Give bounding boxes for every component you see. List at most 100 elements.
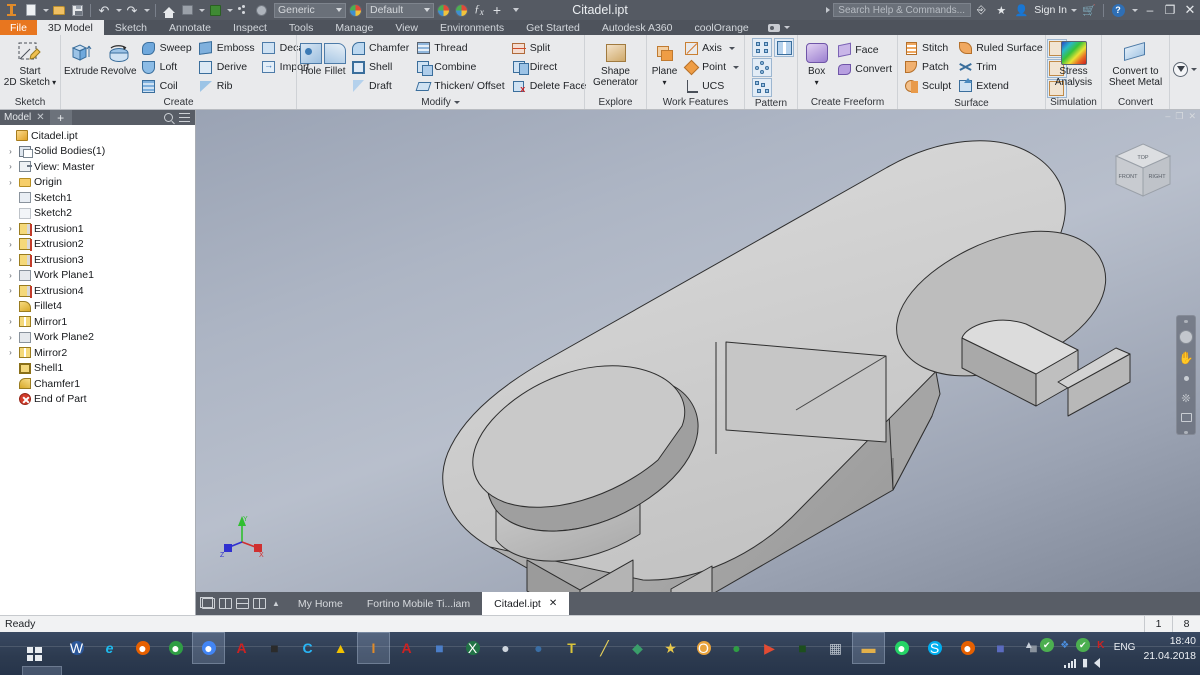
trim-button[interactable]: Trim [955,58,1045,76]
restore-window-button[interactable]: ❐ [1160,0,1180,20]
tab-file[interactable]: File [0,20,37,35]
tree-item-extrusion2[interactable]: › Extrusion2 [3,237,195,253]
tree-item-extrusion1[interactable]: › Extrusion1 [3,221,195,237]
firefox-icon[interactable]: ● [126,632,159,664]
sign-in-button[interactable]: Sign In [1034,4,1067,16]
ruled-surface-button[interactable]: Ruled Surface [955,39,1045,57]
tile-windows-icon[interactable] [200,596,215,609]
search-expander-icon[interactable] [826,7,831,13]
combine-button[interactable]: Combine [413,58,506,76]
hamburger-icon[interactable] [179,113,190,122]
chrome-icon[interactable]: ● [192,632,225,664]
minimize-window-button[interactable]: – [1140,0,1160,20]
clock[interactable]: 18:40 21.04.2018 [1143,634,1196,664]
firefox2-icon[interactable]: ● [951,632,984,664]
favorites-star-icon[interactable]: ★ [991,0,1011,20]
acrobat-reader-icon[interactable]: A [225,632,258,664]
search-icon[interactable] [164,113,173,122]
paint-icon[interactable]: ● [489,632,522,664]
vault-icon[interactable]: ■ [423,632,456,664]
orbit-icon[interactable]: ❊ [1179,392,1193,405]
sign-in-dropdown[interactable] [1067,0,1079,20]
excel-icon[interactable]: X [456,632,489,664]
collapse-icon[interactable]: ▲ [272,599,280,608]
circular-pattern-icon[interactable] [752,58,772,77]
freeform-face-button[interactable]: Face [834,41,894,59]
chevron-down-icon[interactable] [453,101,460,104]
plane-button[interactable]: Plane ▾ [650,38,679,88]
vertical-layout-icon[interactable] [253,597,266,610]
appearance-chevron-down-icon[interactable] [1191,67,1197,71]
help-dropdown[interactable] [1128,0,1140,20]
internet-explorer-icon[interactable]: e [93,632,126,664]
tab-coolorange[interactable]: coolOrange [683,20,759,35]
language-indicator[interactable]: ENG [1114,642,1136,653]
return-dropdown[interactable] [196,1,206,19]
stitch-button[interactable]: Stitch [901,39,953,57]
freeform-box-button[interactable]: Box ▾ [801,38,832,88]
tab-manage[interactable]: Manage [324,20,384,35]
material-browser-sphere-icon[interactable] [346,1,364,19]
tab-tools[interactable]: Tools [278,20,325,35]
tree-expander[interactable]: › [6,271,15,280]
save-button[interactable] [68,1,86,19]
inventor-icon[interactable]: I [357,632,390,664]
volume-icon[interactable] [1094,657,1100,668]
emboss-button[interactable]: Emboss [196,39,257,57]
account-icon[interactable]: 👤 [1011,0,1031,20]
security-icon[interactable]: ✔ [1075,638,1090,652]
scanner-icon[interactable]: ■ [258,632,291,664]
tree-item-sketch2[interactable]: Sketch2 [3,206,195,222]
screencast-button[interactable] [760,20,798,35]
convert-sheet-metal-button[interactable]: Convert to Sheet Metal [1105,38,1166,88]
sweep-button[interactable]: Sweep [139,39,194,57]
search-input[interactable]: Search Help & Commands... [833,3,972,17]
tab-environments[interactable]: Environments [429,20,515,35]
tree-item-sketch1[interactable]: Sketch1 [3,190,195,206]
chevron-up-icon[interactable]: ▲ [1022,638,1036,652]
viewport-restore-button[interactable]: ❐ [1175,111,1183,122]
dwg-viewer-icon[interactable]: ▲ [324,632,357,664]
new-file-dropdown[interactable] [40,1,50,19]
rib-button[interactable]: Rib [196,77,257,95]
photos-icon[interactable]: ▶ [753,632,786,664]
draft-button[interactable]: Draft [348,77,411,95]
chevron-down-icon[interactable] [506,1,524,19]
doc-tab-my-home[interactable]: My Home [286,592,355,615]
material-combo[interactable]: Generic [274,2,346,18]
tree-expander[interactable]: › [6,240,15,249]
tree-expander[interactable]: › [6,317,15,326]
fillet-button[interactable]: Fillet [324,38,346,77]
browser-tab-model[interactable]: Model [4,112,31,123]
update-green-icon[interactable] [206,1,224,19]
tree-item-shell1[interactable]: Shell1 [3,361,195,377]
tree-expander[interactable]: › [6,286,15,295]
select-dots-icon[interactable] [234,1,252,19]
kaspersky-icon[interactable]: K [1094,638,1108,652]
tree-expander[interactable]: › [6,147,15,156]
axis-dropdown-icon[interactable] [728,46,735,50]
tree-item-mirror1[interactable]: › Mirror1 [3,314,195,330]
cortana-icon[interactable]: C [291,632,324,664]
appearance-dropdown-icon[interactable] [1173,61,1188,77]
tree-item-end-of-part[interactable]: End of Part [3,392,195,408]
extend-button[interactable]: Extend [955,77,1045,95]
tree-item-origin[interactable]: › Origin [3,175,195,191]
new-file-button[interactable] [22,1,40,19]
doc-tab-citadel-ipt[interactable]: Citadel.ipt ✕ [482,592,570,615]
open-file-button[interactable] [50,1,68,19]
derive-button[interactable]: Derive [196,58,257,76]
whatsapp-icon[interactable]: ● [885,632,918,664]
notepad-icon[interactable]: T [555,632,588,664]
pencil-icon[interactable]: ╱ [588,632,621,664]
hole-button[interactable]: Hole [300,38,322,77]
skype-icon[interactable]: S [918,632,951,664]
fx-icon[interactable]: ƒx [470,1,488,19]
axis-button[interactable]: Axis [681,39,741,57]
tree-item-solid-bodies[interactable]: › Solid Bodies(1) [3,144,195,160]
return-icon[interactable] [178,1,196,19]
horizontal-layout-icon[interactable] [235,598,250,609]
close-window-button[interactable]: ✕ [1180,0,1200,20]
stress-analysis-button[interactable]: Stress Analysis [1049,38,1098,88]
direct-button[interactable]: Direct [509,58,589,76]
